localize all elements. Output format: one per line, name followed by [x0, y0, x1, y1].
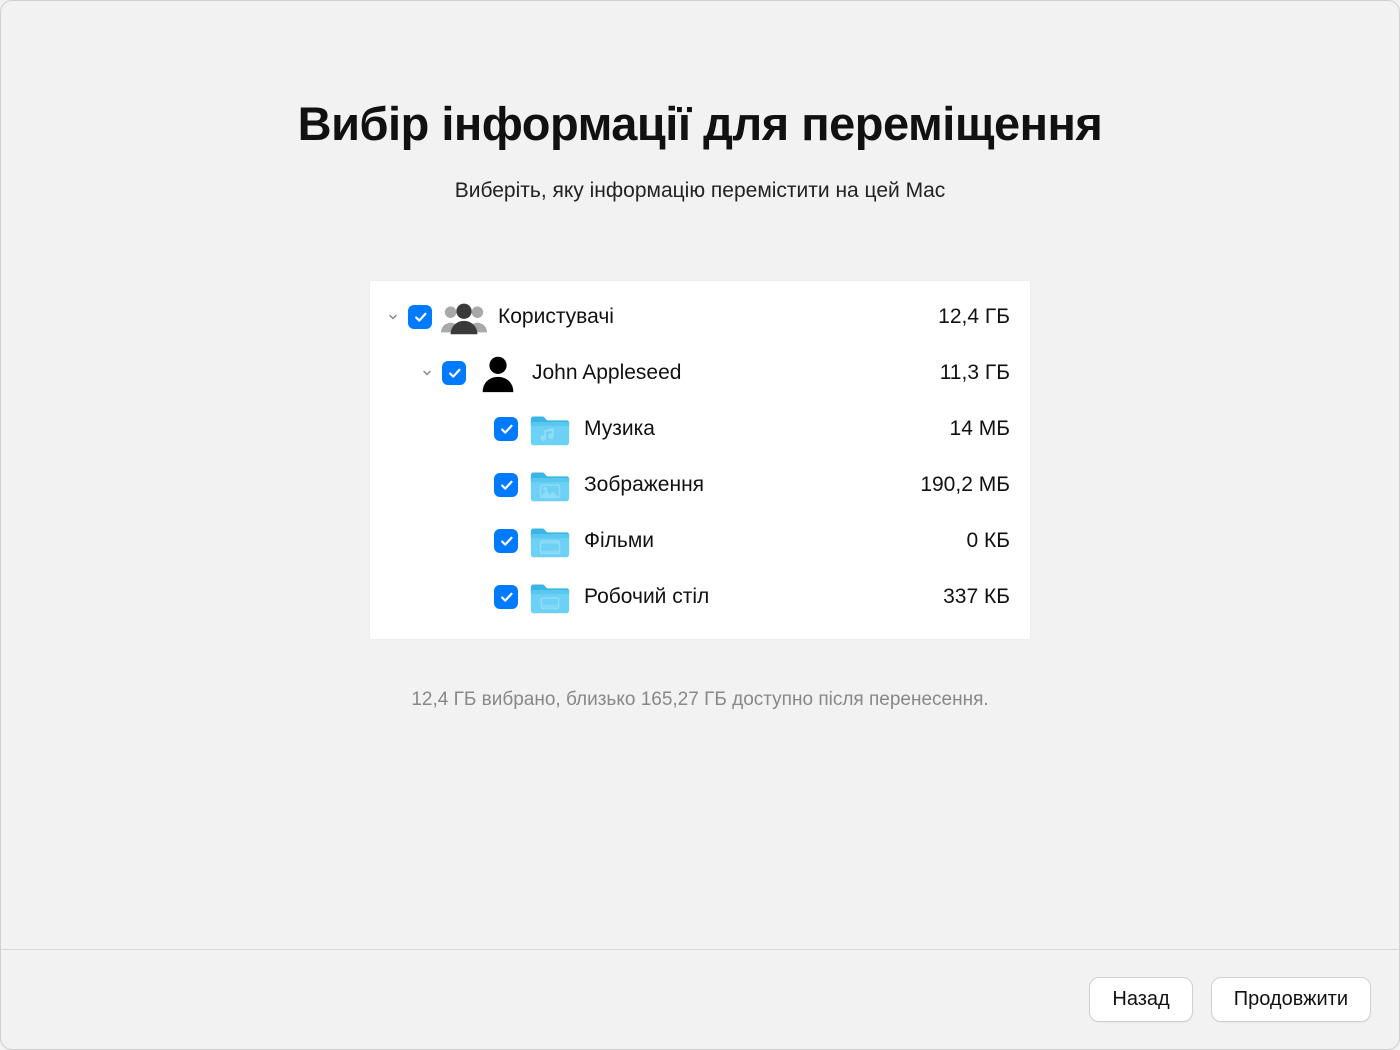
chevron-down-icon[interactable]	[384, 308, 402, 326]
selection-tree: Користувачі 12,4 ГБ John Appleseed 11,3 …	[370, 281, 1030, 639]
tree-row-desktop[interactable]: Робочий стіл 337 КБ	[384, 569, 1016, 625]
checkbox-desktop[interactable]	[494, 585, 518, 609]
tree-row-pictures[interactable]: Зображення 190,2 МБ	[384, 457, 1016, 513]
folder-desktop-icon	[526, 575, 574, 619]
row-size: 0 КБ	[966, 529, 1016, 553]
row-size: 337 КБ	[943, 585, 1016, 609]
tree-row-movies[interactable]: Фільми 0 КБ	[384, 513, 1016, 569]
checkbox-users[interactable]	[408, 305, 432, 329]
row-label: Зображення	[584, 473, 920, 497]
checkbox-pictures[interactable]	[494, 473, 518, 497]
continue-button[interactable]: Продовжити	[1211, 977, 1371, 1022]
row-size: 12,4 ГБ	[938, 305, 1016, 329]
folder-pictures-icon	[526, 463, 574, 507]
row-size: 14 МБ	[950, 417, 1016, 441]
row-label: John Appleseed	[532, 361, 940, 385]
page-title: Вибір інформації для переміщення	[298, 96, 1103, 151]
checkbox-movies[interactable]	[494, 529, 518, 553]
users-icon	[440, 295, 488, 339]
status-text: 12,4 ГБ вибрано, близько 165,27 ГБ досту…	[411, 689, 988, 711]
row-label: Фільми	[584, 529, 966, 553]
row-size: 190,2 МБ	[920, 473, 1016, 497]
folder-movies-icon	[526, 519, 574, 563]
checkbox-user[interactable]	[442, 361, 466, 385]
row-size: 11,3 ГБ	[940, 361, 1016, 385]
tree-row-user[interactable]: John Appleseed 11,3 ГБ	[384, 345, 1016, 401]
footer-bar: Назад Продовжити	[1, 949, 1399, 1049]
row-label: Музика	[584, 417, 950, 441]
folder-music-icon	[526, 407, 574, 451]
page-subtitle: Виберіть, яку інформацію перемістити на …	[455, 179, 946, 203]
row-label: Робочий стіл	[584, 585, 943, 609]
back-button[interactable]: Назад	[1089, 977, 1192, 1022]
person-icon	[474, 351, 522, 395]
tree-row-music[interactable]: Музика 14 МБ	[384, 401, 1016, 457]
row-label: Користувачі	[498, 305, 938, 329]
chevron-down-icon[interactable]	[418, 364, 436, 382]
checkbox-music[interactable]	[494, 417, 518, 441]
tree-row-users[interactable]: Користувачі 12,4 ГБ	[384, 289, 1016, 345]
